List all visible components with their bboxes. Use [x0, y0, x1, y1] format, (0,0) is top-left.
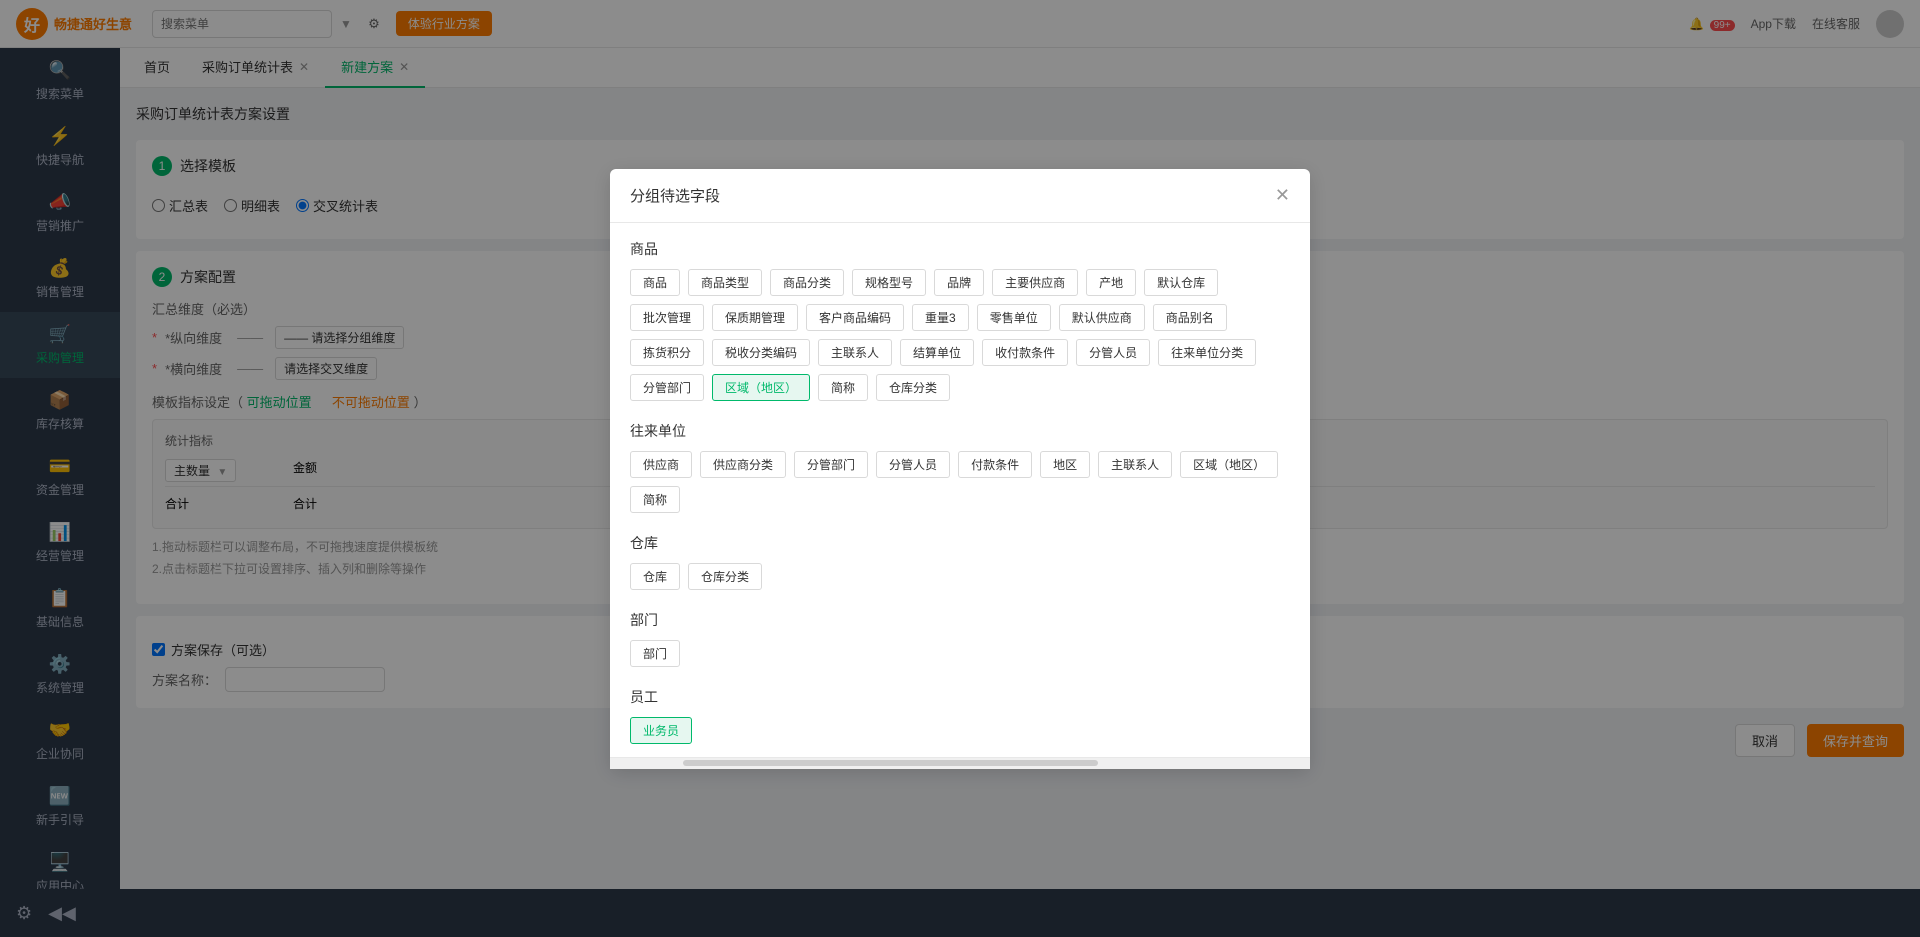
group-title-warehouse: 仓库: [630, 533, 1290, 553]
field-group-employee: 员工 业务员: [630, 687, 1290, 744]
chip-short-name-product[interactable]: 简称: [818, 374, 868, 401]
chip-dept-partner[interactable]: 分管部门: [794, 451, 868, 478]
chip-default-warehouse[interactable]: 默认仓库: [1144, 269, 1218, 296]
field-chips-product: 商品 商品类型 商品分类 规格型号 品牌 主要供应商 产地 默认仓库 批次管理 …: [630, 269, 1290, 401]
group-title-dept: 部门: [630, 610, 1290, 630]
chip-product-category[interactable]: 商品分类: [770, 269, 844, 296]
chip-warehouse-cat[interactable]: 仓库分类: [688, 563, 762, 590]
modal-title: 分组待选字段: [630, 185, 720, 206]
chip-product-type[interactable]: 商品类型: [688, 269, 762, 296]
chip-dept[interactable]: 部门: [630, 640, 680, 667]
modal-overlay: 分组待选字段 ✕ 商品 商品 商品类型 商品分类 规格型号 品牌 主要供应商 产…: [0, 0, 1920, 937]
field-group-partner: 往来单位 供应商 供应商分类 分管部门 分管人员 付款条件 地区 主联系人 区域…: [630, 421, 1290, 513]
horizontal-scroll-bar[interactable]: [610, 757, 1310, 769]
chip-main-supplier[interactable]: 主要供应商: [992, 269, 1078, 296]
field-group-dept: 部门 部门: [630, 610, 1290, 667]
h-scroll-thumb[interactable]: [683, 760, 1098, 766]
chip-customer-code[interactable]: 客户商品编码: [806, 304, 904, 331]
chip-supplier-category[interactable]: 供应商分类: [700, 451, 786, 478]
group-title-employee: 员工: [630, 687, 1290, 707]
chip-shelf-life[interactable]: 保质期管理: [712, 304, 798, 331]
field-chips-dept: 部门: [630, 640, 1290, 667]
chip-product-alias[interactable]: 商品别名: [1153, 304, 1227, 331]
chip-sales-staff[interactable]: 业务员: [630, 717, 692, 744]
field-chips-warehouse: 仓库 仓库分类: [630, 563, 1290, 590]
chip-spec-model[interactable]: 规格型号: [852, 269, 926, 296]
field-chips-employee: 业务员: [630, 717, 1290, 744]
chip-main-contact-partner[interactable]: 主联系人: [1098, 451, 1172, 478]
chip-region-product[interactable]: 区域（地区）: [712, 374, 810, 401]
chip-payment-terms[interactable]: 收付款条件: [982, 339, 1068, 366]
chip-origin[interactable]: 产地: [1086, 269, 1136, 296]
chip-supplier[interactable]: 供应商: [630, 451, 692, 478]
modal-dialog: 分组待选字段 ✕ 商品 商品 商品类型 商品分类 规格型号 品牌 主要供应商 产…: [610, 169, 1310, 769]
chip-brand[interactable]: 品牌: [934, 269, 984, 296]
chip-warehouse[interactable]: 仓库: [630, 563, 680, 590]
chip-weight3[interactable]: 重量3: [912, 304, 969, 331]
chip-manager[interactable]: 分管人员: [1076, 339, 1150, 366]
chip-tax-code[interactable]: 税收分类编码: [712, 339, 810, 366]
chip-product[interactable]: 商品: [630, 269, 680, 296]
chip-settlement-unit[interactable]: 结算单位: [900, 339, 974, 366]
chip-default-supplier[interactable]: 默认供应商: [1059, 304, 1145, 331]
modal-body: 商品 商品 商品类型 商品分类 规格型号 品牌 主要供应商 产地 默认仓库 批次…: [610, 223, 1310, 757]
modal-header: 分组待选字段 ✕: [610, 169, 1310, 223]
field-group-warehouse: 仓库 仓库 仓库分类: [630, 533, 1290, 590]
chip-batch-mgmt[interactable]: 批次管理: [630, 304, 704, 331]
chip-manager-partner[interactable]: 分管人员: [876, 451, 950, 478]
group-title-product: 商品: [630, 239, 1290, 259]
field-group-product: 商品 商品 商品类型 商品分类 规格型号 品牌 主要供应商 产地 默认仓库 批次…: [630, 239, 1290, 401]
chip-dept-mgmt[interactable]: 分管部门: [630, 374, 704, 401]
chip-pick-points[interactable]: 拣货积分: [630, 339, 704, 366]
chip-area-partner[interactable]: 区域（地区）: [1180, 451, 1278, 478]
chip-payment-terms-partner[interactable]: 付款条件: [958, 451, 1032, 478]
chip-retail-unit[interactable]: 零售单位: [977, 304, 1051, 331]
chip-warehouse-category[interactable]: 仓库分类: [876, 374, 950, 401]
field-chips-partner: 供应商 供应商分类 分管部门 分管人员 付款条件 地区 主联系人 区域（地区） …: [630, 451, 1290, 513]
chip-region-partner[interactable]: 地区: [1040, 451, 1090, 478]
chip-short-name-partner[interactable]: 简称: [630, 486, 680, 513]
group-title-partner: 往来单位: [630, 421, 1290, 441]
chip-main-contact[interactable]: 主联系人: [818, 339, 892, 366]
chip-partner-category[interactable]: 往来单位分类: [1158, 339, 1256, 366]
modal-close-button[interactable]: ✕: [1275, 185, 1290, 206]
